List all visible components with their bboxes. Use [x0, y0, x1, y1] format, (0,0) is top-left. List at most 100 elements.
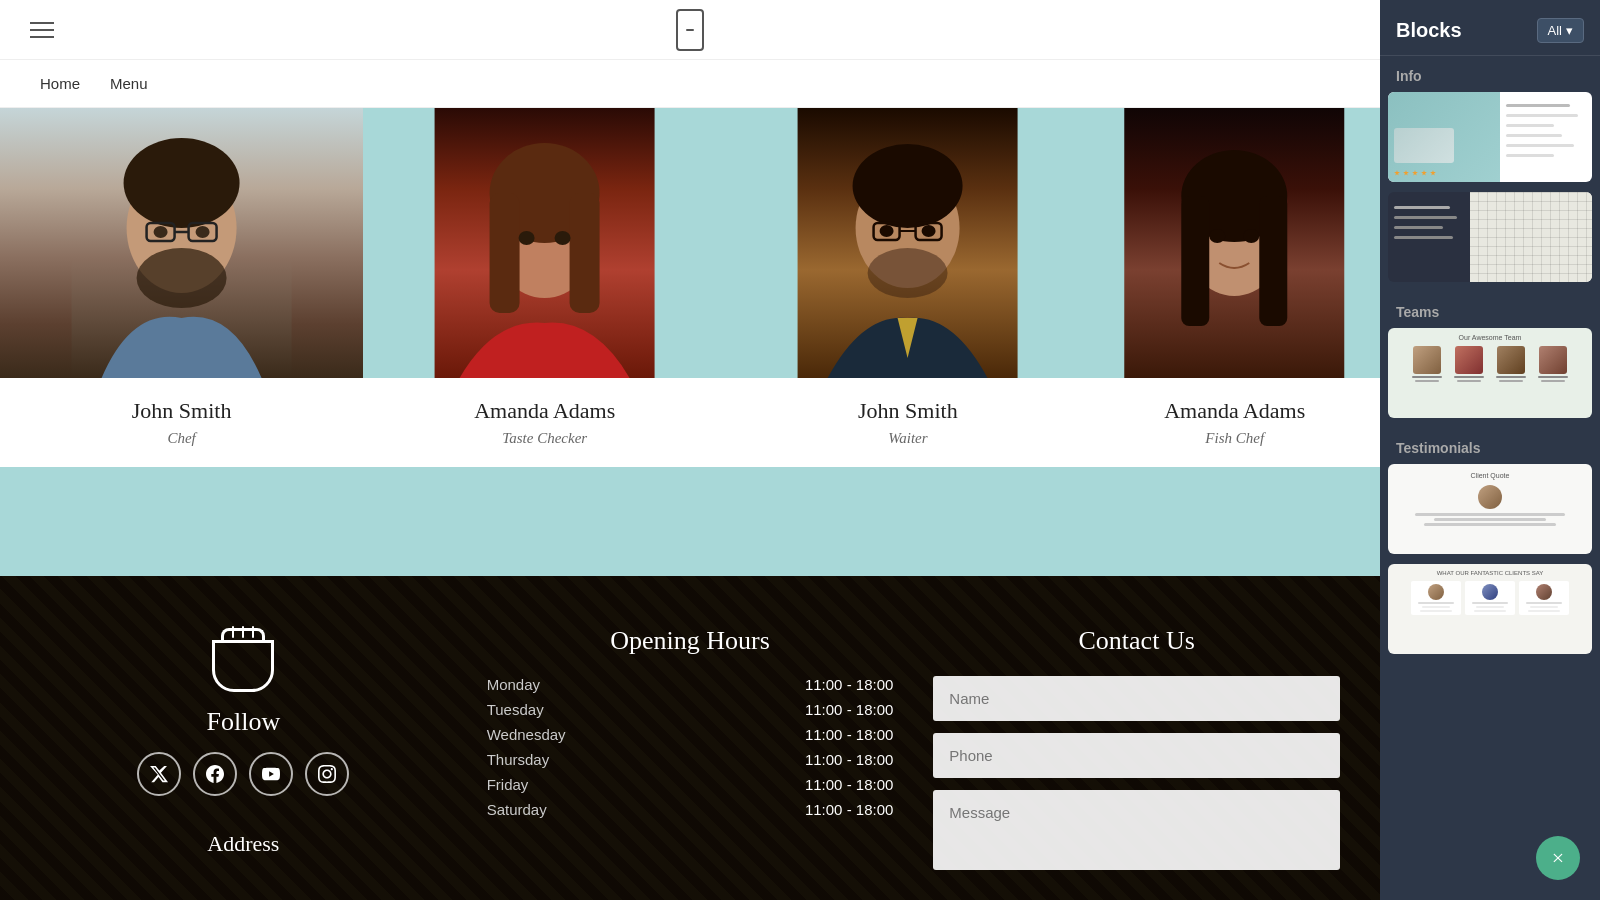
- sidebar-block-testimonials2[interactable]: WHAT OUR FANTASTIC CLIENTS SAY: [1388, 564, 1592, 654]
- card-text-john-chef: John Smith Chef: [0, 378, 363, 467]
- info1-preview-right: [1500, 92, 1592, 182]
- sidebar-filter-button[interactable]: All ▾: [1537, 18, 1584, 43]
- sidebar-header: Blocks All ▾: [1380, 0, 1600, 56]
- svg-point-30: [1210, 229, 1226, 243]
- svg-rect-13: [570, 193, 600, 313]
- svg-point-3: [137, 248, 227, 308]
- hours-row-wednesday: Wednesday 11:00 - 18:00: [487, 726, 894, 743]
- hours-day-4: Friday: [487, 776, 529, 793]
- photo-john-chef: [0, 108, 363, 378]
- card-role-amanda-taste: Taste Checker: [378, 430, 711, 447]
- info2-preview-left: [1388, 192, 1470, 282]
- close-icon: ×: [1552, 845, 1564, 871]
- sidebar-section-testimonials-title: Testimonials: [1380, 428, 1600, 464]
- svg-point-24: [922, 225, 936, 237]
- team-card-john-chef: John Smith Chef: [0, 108, 363, 467]
- test1-title: Client Quote: [1471, 472, 1510, 479]
- hamburger-menu[interactable]: [30, 22, 54, 38]
- photo-john-waiter: [726, 108, 1089, 378]
- photo-amanda-fish: [1089, 108, 1380, 378]
- contact-phone-input[interactable]: [933, 733, 1340, 778]
- info1-preview: [1388, 92, 1592, 182]
- info2-preview: [1388, 192, 1592, 282]
- info1-preview-left: [1388, 92, 1500, 182]
- team-card-john-waiter: John Smith Waiter: [726, 108, 1089, 467]
- hours-day-2: Wednesday: [487, 726, 566, 743]
- instagram-icon[interactable]: [305, 752, 349, 796]
- card-role-john-waiter: Waiter: [741, 430, 1074, 447]
- svg-point-18: [853, 144, 963, 228]
- toolbar: [0, 0, 1380, 60]
- card-name-amanda-fish: Amanda Adams: [1104, 398, 1365, 424]
- hours-row-friday: Friday 11:00 - 18:00: [487, 776, 894, 793]
- teams-preview-cards: [1394, 346, 1586, 382]
- card-role-john-chef: Chef: [15, 430, 348, 447]
- facebook-icon[interactable]: [193, 752, 237, 796]
- svg-point-14: [519, 231, 535, 245]
- test2-card-2: [1465, 581, 1515, 615]
- filter-label: All: [1548, 23, 1562, 38]
- test2-title: WHAT OUR FANTASTIC CLIENTS SAY: [1394, 570, 1586, 576]
- svg-rect-28: [1182, 196, 1210, 326]
- card-text-john-waiter: John Smith Waiter: [726, 378, 1089, 467]
- preview-team-4: [1534, 346, 1572, 382]
- hours-row-monday: Monday 11:00 - 18:00: [487, 676, 894, 693]
- contact-message-input[interactable]: [933, 790, 1340, 870]
- footer: Follow Address Opening Hours: [0, 576, 1380, 900]
- opening-hours-title: Opening Hours: [610, 626, 770, 656]
- hours-time-1: 11:00 - 18:00: [805, 701, 893, 718]
- teams-preview: Our Awesome Team: [1388, 328, 1592, 418]
- card-text-amanda-taste: Amanda Adams Taste Checker: [363, 378, 726, 467]
- twitter-icon[interactable]: [137, 752, 181, 796]
- hours-day-3: Thursday: [487, 751, 550, 768]
- sidebar-section-info-title: Info: [1380, 56, 1600, 92]
- svg-point-31: [1244, 229, 1260, 243]
- main-area: Home Menu: [0, 0, 1380, 900]
- navbar: Home Menu: [0, 60, 1380, 108]
- hours-row-thursday: Thursday 11:00 - 18:00: [487, 751, 894, 768]
- pot-body: [212, 640, 274, 692]
- nav-home[interactable]: Home: [40, 75, 80, 92]
- svg-point-8: [196, 226, 210, 238]
- hours-time-2: 11:00 - 18:00: [805, 726, 893, 743]
- contact-name-input[interactable]: [933, 676, 1340, 721]
- follow-title: Follow: [206, 707, 280, 737]
- test2-card-1: [1411, 581, 1461, 615]
- team-card-amanda-fish: Amanda Adams Fish Chef: [1089, 108, 1380, 467]
- card-name-john-waiter: John Smith: [741, 398, 1074, 424]
- hours-time-5: 11:00 - 18:00: [805, 801, 893, 818]
- sidebar-block-info1[interactable]: [1388, 92, 1592, 182]
- teams-preview-title: Our Awesome Team: [1394, 334, 1586, 341]
- close-button[interactable]: ×: [1536, 836, 1580, 880]
- test2-cards: [1394, 581, 1586, 615]
- hours-time-0: 11:00 - 18:00: [805, 676, 893, 693]
- svg-point-19: [868, 248, 948, 298]
- nav-menu[interactable]: Menu: [110, 75, 148, 92]
- opening-hours-column: Opening Hours Monday 11:00 - 18:00 Tuesd…: [487, 626, 894, 870]
- svg-point-7: [154, 226, 168, 238]
- test1-avatar: [1478, 485, 1502, 509]
- logo-icon-area: [212, 626, 274, 692]
- team-card-amanda-taste: Amanda Adams Taste Checker: [363, 108, 726, 467]
- address-title: Address: [207, 831, 279, 857]
- card-name-amanda-taste: Amanda Adams: [378, 398, 711, 424]
- test2-card-3: [1519, 581, 1569, 615]
- hours-day-5: Saturday: [487, 801, 547, 818]
- preview-team-1: [1408, 346, 1446, 382]
- svg-point-2: [124, 138, 240, 228]
- card-role-amanda-fish: Fish Chef: [1104, 430, 1365, 447]
- mobile-view-icon[interactable]: [676, 9, 704, 51]
- preview-team-3: [1492, 346, 1530, 382]
- sidebar: Blocks All ▾ Info: [1380, 0, 1600, 900]
- hours-time-4: 11:00 - 18:00: [805, 776, 893, 793]
- contact-column: Contact Us: [933, 626, 1340, 870]
- sidebar-block-testimonials1[interactable]: Client Quote: [1388, 464, 1592, 554]
- youtube-icon[interactable]: [249, 752, 293, 796]
- filter-chevron-icon: ▾: [1566, 23, 1573, 38]
- follow-column: Follow Address: [40, 626, 447, 870]
- team-section: John Smith Chef: [0, 108, 1380, 576]
- sidebar-block-teams[interactable]: Our Awesome Team: [1388, 328, 1592, 418]
- svg-rect-12: [490, 193, 520, 313]
- sidebar-block-info2[interactable]: [1388, 192, 1592, 282]
- hours-table: Monday 11:00 - 18:00 Tuesday 11:00 - 18:…: [487, 676, 894, 826]
